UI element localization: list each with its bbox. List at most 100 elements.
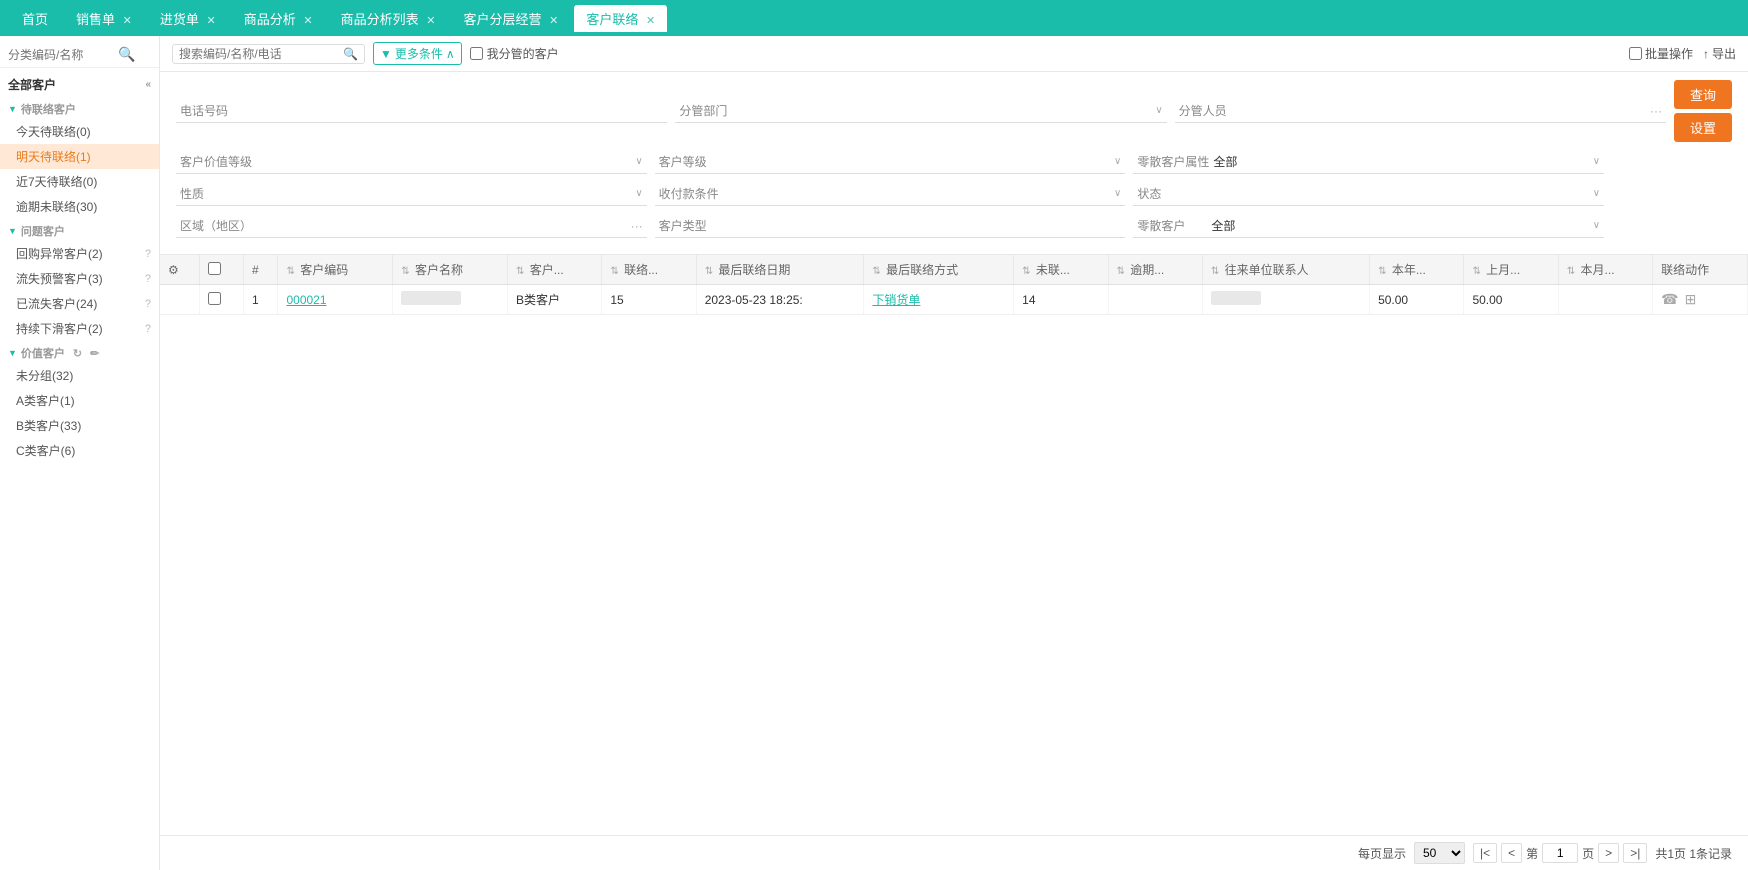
manager-dots-icon[interactable]: ··· xyxy=(1650,104,1662,118)
sidebar-item-overdue-contact[interactable]: 逾期未联络(30) xyxy=(0,194,159,219)
col-this-year[interactable]: ⇅ 本年... xyxy=(1370,255,1464,285)
row-code[interactable]: 000021 xyxy=(278,285,393,315)
col-code[interactable]: ⇅ 客户编码 xyxy=(278,255,393,285)
col-last-month[interactable]: ⇅ 上月... xyxy=(1464,255,1558,285)
nav-product-analysis-list[interactable]: 商品分析列表 ✕ xyxy=(329,5,448,32)
my-customers-checkbox[interactable] xyxy=(470,47,483,60)
help-icon-1: ? xyxy=(145,273,151,285)
sidebar-item-tomorrow-contact[interactable]: 明天待联络(1) xyxy=(0,144,159,169)
sidebar-item-today-contact[interactable]: 今天待联络(0) xyxy=(0,119,159,144)
customer-value-dropdown-icon[interactable]: ∨ xyxy=(635,156,642,167)
filter-retail-attr-label: 零散客户属性 xyxy=(1137,153,1209,170)
nav-product-analysis-close[interactable]: ✕ xyxy=(303,15,312,27)
query-button[interactable]: 查询 xyxy=(1674,80,1732,109)
gender-dropdown-icon[interactable]: ∨ xyxy=(635,188,642,199)
filter-payment-label: 收付款条件 xyxy=(659,185,729,202)
filter-phone-input[interactable] xyxy=(250,104,663,118)
search-icon[interactable]: 🔍 xyxy=(343,47,358,61)
sidebar-item-churn-warning[interactable]: 流失预警客户(3) ? xyxy=(0,266,159,291)
col-last-date[interactable]: ⇅ 最后联络日期 xyxy=(696,255,864,285)
filter-customer-level-input[interactable] xyxy=(729,155,1114,169)
filter-customer-value-label: 客户价值等级 xyxy=(180,153,252,170)
nav-customer-segmentation-close[interactable]: ✕ xyxy=(549,15,558,27)
help-icon-3: ? xyxy=(145,323,151,335)
filter-manager-input[interactable] xyxy=(1249,104,1650,118)
search-input[interactable] xyxy=(179,47,339,61)
nav-sales-close[interactable]: ✕ xyxy=(123,15,132,27)
nav-product-analysis-list-close[interactable]: ✕ xyxy=(426,15,435,27)
per-page-select[interactable]: 50 100 200 xyxy=(1414,842,1465,864)
col-last-method[interactable]: ⇅ 最后联络方式 xyxy=(864,255,1014,285)
row-select-checkbox[interactable] xyxy=(208,292,221,305)
nav-customer-segmentation[interactable]: 客户分层经营 ✕ xyxy=(451,5,570,32)
next-page-btn[interactable]: > xyxy=(1598,843,1619,863)
settings-button[interactable]: 设置 xyxy=(1674,113,1732,142)
sidebar-item-7days-contact[interactable]: 近7天待联络(0) xyxy=(0,169,159,194)
select-all-checkbox[interactable] xyxy=(208,262,221,275)
col-code-sort-icon: ⇅ xyxy=(286,266,294,277)
filter-dept-input[interactable] xyxy=(749,104,1155,118)
sidebar-item-class-a[interactable]: A类客户(1) xyxy=(0,388,159,413)
value-section-label: ▼ 价值客户 ↻ ✏ xyxy=(0,341,159,363)
row-checkbox[interactable] xyxy=(200,285,244,315)
col-type[interactable]: ⇅ 客户... xyxy=(507,255,601,285)
sidebar-item-class-b[interactable]: B类客户(33) xyxy=(0,413,159,438)
sidebar: 🔍 全部客户 « ▼ 待联络客户 今天待联络(0) 明天待联络(1) 近7天待联… xyxy=(0,36,160,870)
nav-customer-contact[interactable]: 客户联络 ✕ xyxy=(574,5,667,32)
col-checkbox[interactable] xyxy=(200,255,244,285)
customer-level-dropdown-icon[interactable]: ∨ xyxy=(1114,156,1121,167)
sidebar-search-icon[interactable]: 🔍 xyxy=(118,46,135,63)
filter-customer-value-input[interactable] xyxy=(252,155,635,169)
retail-attr-dropdown-icon[interactable]: ∨ xyxy=(1593,156,1600,167)
filter-payment-input[interactable] xyxy=(729,187,1114,201)
action-grid-icon[interactable]: ⊞ xyxy=(1685,291,1697,308)
region-dots-icon[interactable]: ··· xyxy=(631,219,643,233)
filter-more-btn[interactable]: ▼ 更多条件 ∧ xyxy=(373,42,462,65)
action-call-icon[interactable]: ☎ xyxy=(1661,291,1678,308)
value-section-edit[interactable]: ✏ xyxy=(90,347,99,360)
retail-customer-dropdown-icon[interactable]: ∨ xyxy=(1593,220,1600,231)
col-no-contact[interactable]: ⇅ 未联... xyxy=(1014,255,1108,285)
col-overdue[interactable]: ⇅ 逾期... xyxy=(1108,255,1202,285)
my-customers-checkbox-label[interactable]: 我分管的客户 xyxy=(470,45,559,62)
batch-operation-btn[interactable]: 批量操作 xyxy=(1629,45,1693,62)
last-page-btn[interactable]: >| xyxy=(1623,843,1647,863)
col-overdue-sort-icon: ⇅ xyxy=(1117,266,1125,277)
sidebar-item-ungrouped[interactable]: 未分组(32) xyxy=(0,363,159,388)
filter-customer-type-input[interactable] xyxy=(729,219,1122,233)
dept-dropdown-icon[interactable]: ∨ xyxy=(1155,105,1162,116)
sidebar-item-declining[interactable]: 持续下滑客户(2) ? xyxy=(0,316,159,341)
nav-home[interactable]: 首页 xyxy=(10,5,60,32)
filter-manager: 分管人员 ··· xyxy=(1175,99,1666,123)
value-section-refresh[interactable]: ↻ xyxy=(73,347,82,360)
prev-page-btn[interactable]: < xyxy=(1501,843,1522,863)
filter-status-input[interactable] xyxy=(1207,187,1592,201)
all-customers-header[interactable]: 全部客户 « xyxy=(0,72,159,97)
payment-dropdown-icon[interactable]: ∨ xyxy=(1114,188,1121,199)
table-area: ⚙ # ⇅ 客户编码 ⇅ 客户名称 ⇅ 客户... xyxy=(160,255,1748,835)
batch-checkbox[interactable] xyxy=(1629,47,1642,60)
nav-customer-contact-close[interactable]: ✕ xyxy=(646,15,655,27)
col-this-month[interactable]: ⇅ 本月... xyxy=(1558,255,1652,285)
nav-purchase-close[interactable]: ✕ xyxy=(207,15,216,27)
first-page-btn[interactable]: |< xyxy=(1473,843,1497,863)
col-name[interactable]: ⇅ 客户名称 xyxy=(393,255,508,285)
sidebar-item-class-c[interactable]: C类客户(6) xyxy=(0,438,159,463)
page-number-input[interactable] xyxy=(1542,843,1578,863)
sidebar-item-abnormal-repurchase[interactable]: 回购异常客户(2) ? xyxy=(0,241,159,266)
status-dropdown-icon[interactable]: ∨ xyxy=(1593,188,1600,199)
nav-purchase[interactable]: 进货单 ✕ xyxy=(148,5,228,32)
row-last-method[interactable]: 下销货单 xyxy=(864,285,1014,315)
col-contact[interactable]: ⇅ 联络... xyxy=(602,255,696,285)
filter-region: 区域（地区） ··· xyxy=(176,214,647,238)
sidebar-item-churned[interactable]: 已流失客户(24) ? xyxy=(0,291,159,316)
filter-region-input[interactable] xyxy=(252,219,631,233)
sidebar-search-input[interactable] xyxy=(8,48,118,62)
col-type-sort-icon: ⇅ xyxy=(516,266,524,277)
col-gear[interactable]: ⚙ xyxy=(160,255,200,285)
nav-sales[interactable]: 销售单 ✕ xyxy=(64,5,144,32)
filter-gender-input[interactable] xyxy=(250,187,635,201)
nav-product-analysis[interactable]: 商品分析 ✕ xyxy=(232,5,325,32)
col-liaison[interactable]: ⇅ 往来单位联系人 xyxy=(1202,255,1369,285)
export-btn[interactable]: ↑ 导出 xyxy=(1703,45,1736,62)
